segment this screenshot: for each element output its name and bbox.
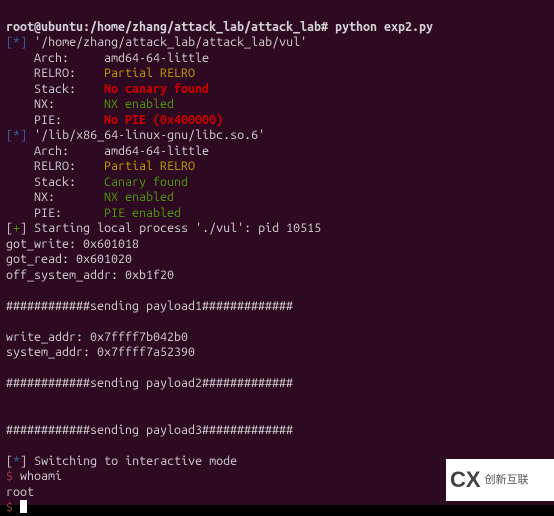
cursor[interactable] (20, 500, 27, 513)
shell-prompt-2: $ (6, 500, 13, 514)
file-path-1: '/home/zhang/attack_lab/attack_lab/vul' (34, 35, 307, 49)
bracket-open-3: [ (6, 221, 13, 235)
stack-label-1: Stack: (6, 82, 104, 96)
stack-label-2: Stack: (6, 175, 104, 189)
got-write-line: got_write: 0x601018 (6, 237, 139, 251)
got-read-line: got_read: 0x601020 (6, 252, 132, 266)
whoami-command: whoami (20, 469, 62, 483)
bracket-open: [ (6, 35, 13, 49)
bracket-open-2: [ (6, 128, 13, 142)
bracket-close-2: ] (20, 128, 27, 142)
star-marker-3: * (13, 454, 20, 468)
relro-label-2: RELRO: (6, 159, 104, 173)
relro-label-1: RELRO: (6, 66, 104, 80)
payload1-line: ############sending payload1############… (6, 299, 293, 313)
stack-val-2: Canary found (104, 175, 188, 189)
payload3-line: ############sending payload3############… (6, 423, 293, 437)
pie-label-2: PIE: (6, 206, 104, 220)
pie-label-1: PIE: (6, 113, 104, 127)
system-addr-line: system_addr: 0x7ffff7a52390 (6, 345, 195, 359)
plus-marker: + (13, 221, 20, 235)
bracket-open-4: [ (6, 454, 13, 468)
off-system-line: off_system_addr: 0xb1f20 (6, 268, 174, 282)
start-process-line: Starting local process './vul': pid 1051… (34, 221, 321, 235)
terminal-output[interactable]: root@ubuntu:/home/zhang/attack_lab/attac… (0, 0, 554, 505)
payload2-line: ############sending payload2############… (6, 376, 293, 390)
interactive-line: Switching to interactive mode (34, 454, 237, 468)
pie-val-1: No PIE (0x400000) (104, 113, 223, 127)
watermark: CX 创新互联 (446, 459, 554, 501)
star-marker-2: * (13, 128, 20, 142)
shell-prompt-1: $ (6, 469, 13, 483)
pie-val-2: PIE enabled (104, 206, 181, 220)
bracket-close-3: ] (20, 221, 27, 235)
watermark-text: 创新互联 (485, 475, 529, 486)
arch-label-1: Arch: (6, 51, 104, 65)
nx-label-2: NX: (6, 190, 104, 204)
shell-command-line: root@ubuntu:/home/zhang/attack_lab/attac… (6, 20, 433, 34)
bracket-close-4: ] (20, 454, 27, 468)
nx-label-1: NX: (6, 97, 104, 111)
bracket-close: ] (20, 35, 27, 49)
relro-val-1: Partial RELRO (104, 66, 195, 80)
watermark-logo: CX (450, 467, 481, 493)
arch-val-1: amd64-64-little (104, 51, 209, 65)
star-marker: * (13, 35, 20, 49)
nx-val-1: NX enabled (104, 97, 174, 111)
whoami-output: root (6, 485, 34, 499)
nx-val-2: NX enabled (104, 190, 174, 204)
arch-label-2: Arch: (6, 144, 104, 158)
arch-val-2: amd64-64-little (104, 144, 209, 158)
relro-val-2: Partial RELRO (104, 159, 195, 173)
stack-val-1: No canary found (104, 82, 209, 96)
write-addr-line: write_addr: 0x7ffff7b042b0 (6, 330, 188, 344)
file-path-2: '/lib/x86_64-linux-gnu/libc.so.6' (34, 128, 265, 142)
